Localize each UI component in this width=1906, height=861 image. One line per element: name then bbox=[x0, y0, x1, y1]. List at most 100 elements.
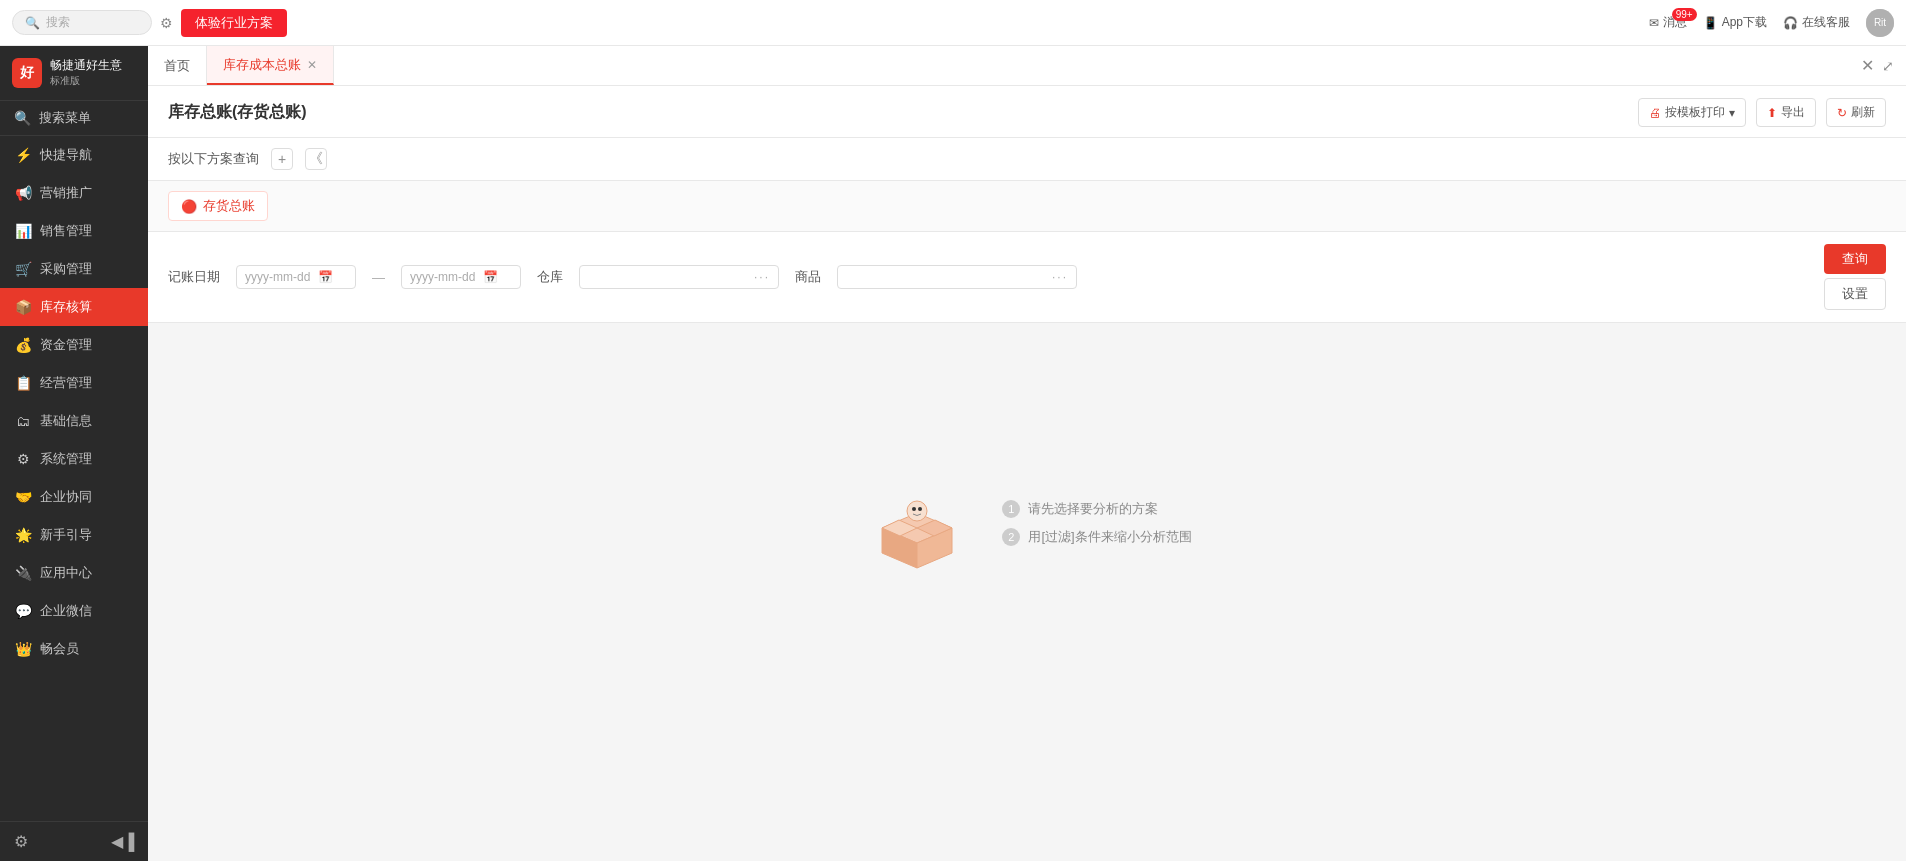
sidebar-item-collab[interactable]: 🤝 企业协同 bbox=[0, 478, 148, 516]
purchase-icon: 🛒 bbox=[14, 261, 32, 277]
sidebar-item-basic[interactable]: 🗂 基础信息 bbox=[0, 402, 148, 440]
panel-close-button[interactable]: ✕ bbox=[1861, 56, 1874, 75]
finance-label: 资金管理 bbox=[40, 336, 92, 354]
topbar-right: ✉ 消息 99+ 📱 App下载 🎧 在线客服 Rit bbox=[1649, 9, 1894, 37]
product-label: 商品 bbox=[795, 268, 821, 286]
purchase-label: 采购管理 bbox=[40, 260, 92, 278]
sidebar-item-marketing[interactable]: 📢 营销推广 bbox=[0, 174, 148, 212]
print-label: 按模板打印 bbox=[1665, 104, 1725, 121]
tip-text-2: 用[过滤]条件来缩小分析范围 bbox=[1028, 528, 1191, 546]
export-icon: ⬆ bbox=[1767, 106, 1777, 120]
member-label: 畅会员 bbox=[40, 640, 79, 658]
trial-button[interactable]: 体验行业方案 bbox=[181, 9, 287, 37]
print-dropdown-icon: ▾ bbox=[1729, 106, 1735, 120]
tab-inventory-cost[interactable]: 库存成本总账 ✕ bbox=[207, 46, 334, 85]
refresh-label: 刷新 bbox=[1851, 104, 1875, 121]
sidebar-item-member[interactable]: 👑 畅会员 bbox=[0, 630, 148, 668]
collapse-icon[interactable]: ◀▐ bbox=[111, 832, 134, 851]
sidebar-item-system[interactable]: ⚙ 系统管理 bbox=[0, 440, 148, 478]
headset-icon: 🎧 bbox=[1783, 16, 1798, 30]
scheme-name: 存货总账 bbox=[203, 197, 255, 215]
messages-badge: 99+ bbox=[1672, 8, 1697, 21]
wechat-icon: 💬 bbox=[14, 603, 32, 619]
svg-point-5 bbox=[907, 501, 927, 521]
filter-add-button[interactable]: + bbox=[271, 148, 293, 170]
user-avatar[interactable]: Rit bbox=[1866, 9, 1894, 37]
tip-num-2: 2 bbox=[1002, 528, 1020, 546]
messages-button[interactable]: ✉ 消息 99+ bbox=[1649, 14, 1687, 31]
date-start-placeholder: yyyy-mm-dd bbox=[245, 270, 310, 284]
online-support-button[interactable]: 🎧 在线客服 bbox=[1783, 14, 1850, 31]
search-bar[interactable]: 🔍 搜索 bbox=[12, 10, 152, 35]
tab-close-icon[interactable]: ✕ bbox=[307, 58, 317, 72]
sidebar-item-inventory[interactable]: 📦 库存核算 bbox=[0, 288, 148, 326]
date-end-input[interactable]: yyyy-mm-dd 📅 bbox=[401, 265, 521, 289]
export-button[interactable]: ⬆ 导出 bbox=[1756, 98, 1816, 127]
logo-sub: 标准版 bbox=[50, 74, 122, 88]
print-icon: 🖨 bbox=[1649, 106, 1661, 120]
sidebar-item-guide[interactable]: 🌟 新手引导 bbox=[0, 516, 148, 554]
tab-home-label: 首页 bbox=[164, 57, 190, 75]
phone-icon: 📱 bbox=[1703, 16, 1718, 30]
scheme-icon: 🔴 bbox=[181, 199, 197, 214]
member-icon: 👑 bbox=[14, 641, 32, 657]
sidebar-item-wechat[interactable]: 💬 企业微信 bbox=[0, 592, 148, 630]
filter-collapse-button[interactable]: 《 bbox=[305, 148, 327, 170]
sidebar-menu: ⚡ 快捷导航 📢 营销推广 📊 销售管理 🛒 采购管理 📦 库存核算 💰 bbox=[0, 136, 148, 821]
inventory-icon: 📦 bbox=[14, 299, 32, 315]
export-label: 导出 bbox=[1781, 104, 1805, 121]
tab-home[interactable]: 首页 bbox=[148, 46, 207, 85]
settings-button[interactable]: 设置 bbox=[1824, 278, 1886, 310]
online-support-label: 在线客服 bbox=[1802, 14, 1850, 31]
settings-bottom-icon[interactable]: ⚙ bbox=[14, 832, 28, 851]
settings-icon[interactable]: ⚙ bbox=[160, 15, 173, 31]
empty-content: 1 请先选择要分析的方案 2 用[过滤]条件来缩小分析范围 bbox=[862, 473, 1191, 573]
sidebar-item-finance[interactable]: 💰 资金管理 bbox=[0, 326, 148, 364]
refresh-button[interactable]: ↻ 刷新 bbox=[1826, 98, 1886, 127]
app-download-button[interactable]: 📱 App下载 bbox=[1703, 14, 1767, 31]
warehouse-input[interactable]: ··· bbox=[579, 265, 779, 289]
empty-tips: 1 请先选择要分析的方案 2 用[过滤]条件来缩小分析范围 bbox=[1002, 500, 1191, 546]
search-form: 记账日期 yyyy-mm-dd 📅 — yyyy-mm-dd 📅 仓库 ··· … bbox=[148, 232, 1906, 323]
sidebar-search[interactable]: 🔍 搜索菜单 bbox=[0, 101, 148, 136]
date-end-calendar-icon: 📅 bbox=[483, 270, 498, 284]
logo-icon: 好 bbox=[12, 58, 42, 88]
filter-label: 按以下方案查询 bbox=[168, 150, 259, 168]
sidebar-item-operation[interactable]: 📋 经营管理 bbox=[0, 364, 148, 402]
header-actions: 🖨 按模板打印 ▾ ⬆ 导出 ↻ 刷新 bbox=[1638, 98, 1886, 127]
operation-icon: 📋 bbox=[14, 375, 32, 391]
scheme-item[interactable]: 🔴 存货总账 bbox=[168, 191, 268, 221]
search-icon: 🔍 bbox=[25, 16, 40, 30]
date-start-input[interactable]: yyyy-mm-dd 📅 bbox=[236, 265, 356, 289]
tab-inventory-cost-label: 库存成本总账 bbox=[223, 56, 301, 74]
page-header: 库存总账(存货总账) 🖨 按模板打印 ▾ ⬆ 导出 ↻ bbox=[148, 86, 1906, 138]
quick-nav-label: 快捷导航 bbox=[40, 146, 92, 164]
sidebar-item-sales[interactable]: 📊 销售管理 bbox=[0, 212, 148, 250]
date-end-placeholder: yyyy-mm-dd bbox=[410, 270, 475, 284]
product-input[interactable]: ··· bbox=[837, 265, 1077, 289]
date-label: 记账日期 bbox=[168, 268, 220, 286]
basic-label: 基础信息 bbox=[40, 412, 92, 430]
inventory-label: 库存核算 bbox=[40, 298, 92, 316]
page-body: 库存总账(存货总账) 🖨 按模板打印 ▾ ⬆ 导出 ↻ bbox=[148, 86, 1906, 861]
tip-item-1: 1 请先选择要分析的方案 bbox=[1002, 500, 1191, 518]
tip-item-2: 2 用[过滤]条件来缩小分析范围 bbox=[1002, 528, 1191, 546]
tip-num-1: 1 bbox=[1002, 500, 1020, 518]
basic-icon: 🗂 bbox=[14, 413, 32, 429]
sidebar-item-app-center[interactable]: 🔌 应用中心 bbox=[0, 554, 148, 592]
warehouse-label: 仓库 bbox=[537, 268, 563, 286]
panel-expand-button[interactable]: ⤢ bbox=[1882, 58, 1894, 74]
operation-label: 经营管理 bbox=[40, 374, 92, 392]
product-more-icon: ··· bbox=[1052, 270, 1068, 284]
message-icon: ✉ bbox=[1649, 16, 1659, 30]
refresh-icon: ↻ bbox=[1837, 106, 1847, 120]
sidebar-search-label: 搜索菜单 bbox=[39, 109, 91, 127]
sidebar-item-purchase[interactable]: 🛒 采购管理 bbox=[0, 250, 148, 288]
print-button[interactable]: 🖨 按模板打印 ▾ bbox=[1638, 98, 1746, 127]
search-button[interactable]: 查询 bbox=[1824, 244, 1886, 274]
page-title: 库存总账(存货总账) bbox=[168, 102, 307, 123]
system-icon: ⚙ bbox=[14, 451, 32, 467]
sidebar-item-quick-nav[interactable]: ⚡ 快捷导航 bbox=[0, 136, 148, 174]
warehouse-more-icon: ··· bbox=[754, 270, 770, 284]
marketing-icon: 📢 bbox=[14, 185, 32, 201]
